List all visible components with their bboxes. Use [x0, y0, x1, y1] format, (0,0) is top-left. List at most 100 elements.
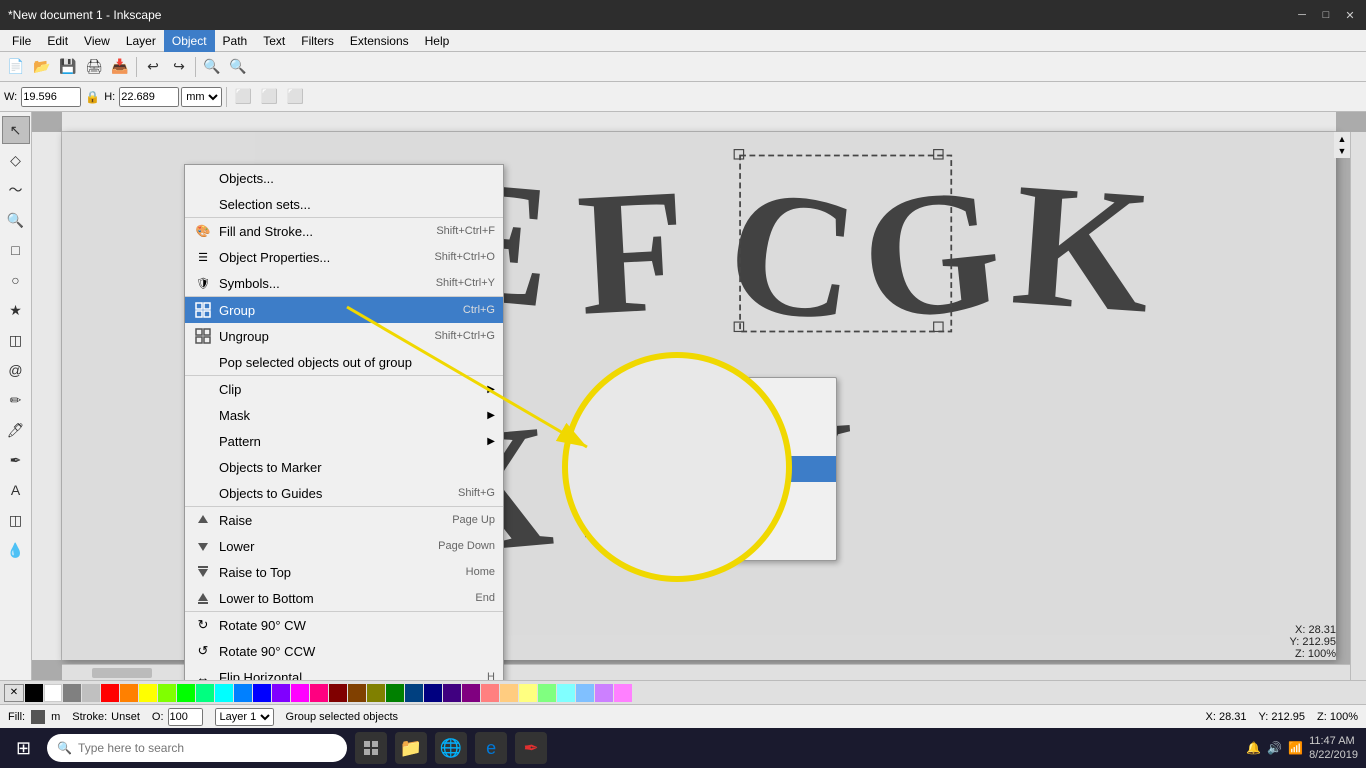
save-btn[interactable]: 💾: [56, 55, 80, 79]
color-brown[interactable]: [348, 684, 366, 702]
start-button[interactable]: ⊞: [8, 734, 39, 763]
color-cyan[interactable]: [215, 684, 233, 702]
print-btn[interactable]: 🖨: [82, 55, 106, 79]
menu-item-rotate-ccw[interactable]: ↺ Rotate 90° CCW: [185, 638, 503, 664]
panel-icon-2[interactable]: ▼: [1336, 146, 1348, 156]
color-white[interactable]: [44, 684, 62, 702]
new-btn[interactable]: 📄: [4, 55, 28, 79]
unit-select[interactable]: mmpxpt: [181, 87, 222, 107]
menu-layer[interactable]: Layer: [118, 30, 164, 52]
menu-item-mask[interactable]: Mask: [185, 402, 503, 428]
h-input[interactable]: 22.689: [119, 87, 179, 107]
close-button[interactable]: ✕: [1342, 7, 1358, 23]
color-black[interactable]: [25, 684, 43, 702]
color-lavender[interactable]: [595, 684, 613, 702]
dropper-tool[interactable]: 💧: [2, 536, 30, 564]
open-btn[interactable]: 📂: [30, 55, 54, 79]
redo-btn[interactable]: ↪: [167, 55, 191, 79]
color-navy[interactable]: [405, 684, 423, 702]
calligraphy-tool[interactable]: ✒: [2, 446, 30, 474]
w-input[interactable]: 19.596: [21, 87, 81, 107]
color-lime[interactable]: [158, 684, 176, 702]
color-purple[interactable]: [462, 684, 480, 702]
color-pink[interactable]: [614, 684, 632, 702]
color-rose[interactable]: [310, 684, 328, 702]
color-light-red[interactable]: [481, 684, 499, 702]
color-light-yellow[interactable]: [519, 684, 537, 702]
taskview-button[interactable]: [355, 732, 387, 764]
align-left-btn[interactable]: ⬜: [231, 85, 255, 109]
color-light-cyan[interactable]: [557, 684, 575, 702]
maximize-button[interactable]: □: [1318, 7, 1334, 23]
edge-btn[interactable]: e: [475, 732, 507, 764]
menu-item-pop-selected[interactable]: Pop selected objects out of group: [185, 349, 503, 375]
color-dark-blue[interactable]: [424, 684, 442, 702]
node-tool[interactable]: ◇: [2, 146, 30, 174]
spiral-tool[interactable]: @: [2, 356, 30, 384]
zoom-in-btn[interactable]: 🔍: [200, 55, 224, 79]
no-fill-swatch[interactable]: ✕: [4, 684, 24, 702]
tweak-tool[interactable]: 〜: [2, 176, 30, 204]
color-silver[interactable]: [82, 684, 100, 702]
file-explorer-btn[interactable]: 📁: [395, 732, 427, 764]
color-dark-green[interactable]: [386, 684, 404, 702]
color-spring[interactable]: [196, 684, 214, 702]
rect-tool[interactable]: □: [2, 236, 30, 264]
menu-item-lower[interactable]: Lower Page Down: [185, 533, 503, 559]
gradient-tool[interactable]: ◫: [2, 506, 30, 534]
menu-item-objects[interactable]: Objects...: [185, 165, 503, 191]
menu-item-ungroup[interactable]: Ungroup Shift+Ctrl+G: [185, 323, 503, 349]
opacity-input[interactable]: [168, 708, 203, 726]
menu-path[interactable]: Path: [215, 30, 256, 52]
menu-item-object-props[interactable]: ☰ Object Properties... Shift+Ctrl+O: [185, 244, 503, 270]
minimize-button[interactable]: ─: [1294, 7, 1310, 23]
pen-tool[interactable]: 🖊: [2, 416, 30, 444]
menu-item-lower-to-bottom[interactable]: Lower to Bottom End: [185, 585, 503, 611]
inkscape-taskbar-btn[interactable]: ✒: [515, 732, 547, 764]
menu-edit[interactable]: Edit: [39, 30, 76, 52]
menu-item-objects-to-marker[interactable]: Objects to Marker: [185, 454, 503, 480]
menu-help[interactable]: Help: [417, 30, 458, 52]
circle-tool[interactable]: ○: [2, 266, 30, 294]
color-azure[interactable]: [234, 684, 252, 702]
color-peach[interactable]: [500, 684, 518, 702]
select-tool[interactable]: ↖: [2, 116, 30, 144]
menu-view[interactable]: View: [76, 30, 118, 52]
color-violet[interactable]: [272, 684, 290, 702]
menu-filters[interactable]: Filters: [293, 30, 342, 52]
zoom-out-btn[interactable]: 🔍: [226, 55, 250, 79]
color-gray[interactable]: [63, 684, 81, 702]
menu-item-raise-to-top[interactable]: Raise to Top Home: [185, 559, 503, 585]
menu-text[interactable]: Text: [255, 30, 293, 52]
vscrollbar[interactable]: [1350, 132, 1366, 680]
align-center-btn[interactable]: ⬜: [257, 85, 281, 109]
menu-object[interactable]: Object: [164, 30, 215, 52]
menu-item-group[interactable]: Group Ctrl+G: [185, 297, 503, 323]
layer-select[interactable]: Layer 1: [215, 708, 274, 726]
menu-extensions[interactable]: Extensions: [342, 30, 417, 52]
align-right-btn[interactable]: ⬜: [283, 85, 307, 109]
text-tool[interactable]: A: [2, 476, 30, 504]
search-bar[interactable]: 🔍: [47, 734, 347, 762]
menu-item-rotate-cw[interactable]: ↻ Rotate 90° CW: [185, 612, 503, 638]
panel-icon-1[interactable]: ▲: [1336, 134, 1348, 144]
menu-item-fill-stroke[interactable]: 🎨 Fill and Stroke... Shift+Ctrl+F: [185, 218, 503, 244]
menu-item-pattern[interactable]: Pattern: [185, 428, 503, 454]
color-yellow[interactable]: [139, 684, 157, 702]
menu-file[interactable]: File: [4, 30, 39, 52]
menu-item-clip[interactable]: Clip: [185, 376, 503, 402]
menu-item-objects-to-guides[interactable]: Objects to Guides Shift+G: [185, 480, 503, 506]
star-tool[interactable]: ★: [2, 296, 30, 324]
menu-item-symbols[interactable]: 🛡 Symbols... Shift+Ctrl+Y: [185, 270, 503, 296]
color-magenta[interactable]: [291, 684, 309, 702]
menu-item-flip-h[interactable]: ↔ Flip Horizontal H: [185, 664, 503, 680]
color-maroon[interactable]: [329, 684, 347, 702]
menu-item-selection-sets[interactable]: Selection sets...: [185, 191, 503, 217]
color-blue[interactable]: [253, 684, 271, 702]
color-green[interactable]: [177, 684, 195, 702]
color-light-blue[interactable]: [576, 684, 594, 702]
color-red[interactable]: [101, 684, 119, 702]
color-indigo[interactable]: [443, 684, 461, 702]
undo-btn[interactable]: ↩: [141, 55, 165, 79]
menu-item-raise[interactable]: Raise Page Up: [185, 507, 503, 533]
